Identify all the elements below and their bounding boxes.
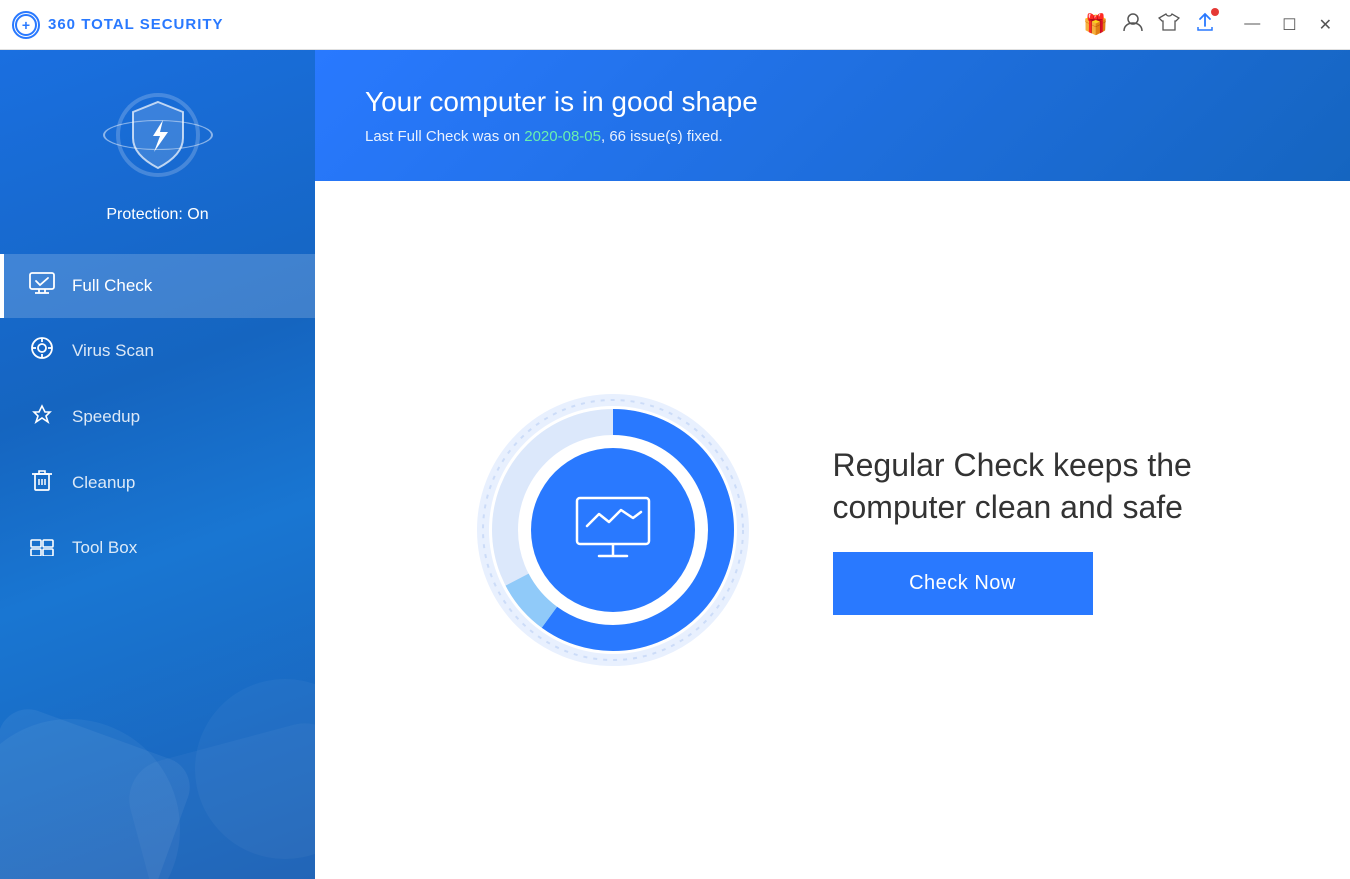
svg-text:+: + xyxy=(22,17,30,33)
sidebar-item-speedup[interactable]: Speedup xyxy=(0,384,315,450)
subtitle-prefix: Last Full Check was on xyxy=(365,128,524,145)
sidebar-item-cleanup[interactable]: Cleanup xyxy=(0,450,315,516)
cta-area: Regular Check keeps the computer clean a… xyxy=(833,445,1193,615)
user-icon[interactable] xyxy=(1122,11,1144,39)
cta-heading: Regular Check keeps the computer clean a… xyxy=(833,445,1193,528)
sidebar-item-toolbox[interactable]: Tool Box xyxy=(0,516,315,580)
donut-chart xyxy=(473,390,753,670)
shield-icon-wrap xyxy=(103,80,213,190)
toolbox-icon xyxy=(28,534,56,562)
virus-scan-icon xyxy=(28,336,56,366)
content-area: Your computer is in good shape Last Full… xyxy=(315,50,1350,879)
chart-area xyxy=(473,390,753,670)
title-bar-right: 🎁 — ☐ ✕ xyxy=(1083,11,1338,39)
cleanup-icon xyxy=(28,468,56,498)
full-check-icon xyxy=(28,272,56,300)
shirt-icon[interactable] xyxy=(1158,11,1180,39)
app-title-text: 360 TOTAL SECURITY xyxy=(48,16,224,33)
status-title: Your computer is in good shape xyxy=(365,86,1300,118)
sidebar-label-full-check: Full Check xyxy=(72,276,152,296)
protection-label: Protection: On xyxy=(106,206,208,224)
status-banner: Your computer is in good shape Last Full… xyxy=(315,50,1350,181)
notification-dot xyxy=(1211,8,1219,16)
main-content: Regular Check keeps the computer clean a… xyxy=(315,181,1350,879)
subtitle-suffix: , 66 issue(s) fixed. xyxy=(601,128,723,145)
title-bar-left: + 360 TOTAL SECURITY xyxy=(12,11,224,39)
main-layout: Protection: On Full Check xyxy=(0,50,1350,879)
active-indicator xyxy=(0,254,4,318)
close-button[interactable]: ✕ xyxy=(1313,13,1338,37)
protection-area: Protection: On xyxy=(0,50,315,244)
orbit-ring xyxy=(103,120,213,150)
status-subtitle: Last Full Check was on 2020-08-05, 66 is… xyxy=(365,128,1300,145)
gift-icon[interactable]: 🎁 xyxy=(1083,12,1108,37)
check-now-button[interactable]: Check Now xyxy=(833,552,1093,615)
sidebar-item-full-check[interactable]: Full Check xyxy=(0,254,315,318)
nav-items: Full Check Virus Scan xyxy=(0,254,315,879)
maximize-button[interactable]: ☐ xyxy=(1276,13,1302,37)
sidebar-label-cleanup: Cleanup xyxy=(72,473,135,493)
sidebar-item-virus-scan[interactable]: Virus Scan xyxy=(0,318,315,384)
minimize-button[interactable]: — xyxy=(1238,13,1266,37)
upload-icon[interactable] xyxy=(1194,11,1216,39)
window-controls: — ☐ ✕ xyxy=(1238,13,1338,37)
sidebar: Protection: On Full Check xyxy=(0,50,315,879)
speedup-icon xyxy=(28,402,56,432)
status-date: 2020-08-05 xyxy=(524,128,601,145)
sidebar-label-virus-scan: Virus Scan xyxy=(72,341,154,361)
sidebar-label-toolbox: Tool Box xyxy=(72,538,137,558)
app-logo: + xyxy=(12,11,40,39)
title-bar: + 360 TOTAL SECURITY 🎁 — ☐ xyxy=(0,0,1350,50)
sidebar-label-speedup: Speedup xyxy=(72,407,140,427)
